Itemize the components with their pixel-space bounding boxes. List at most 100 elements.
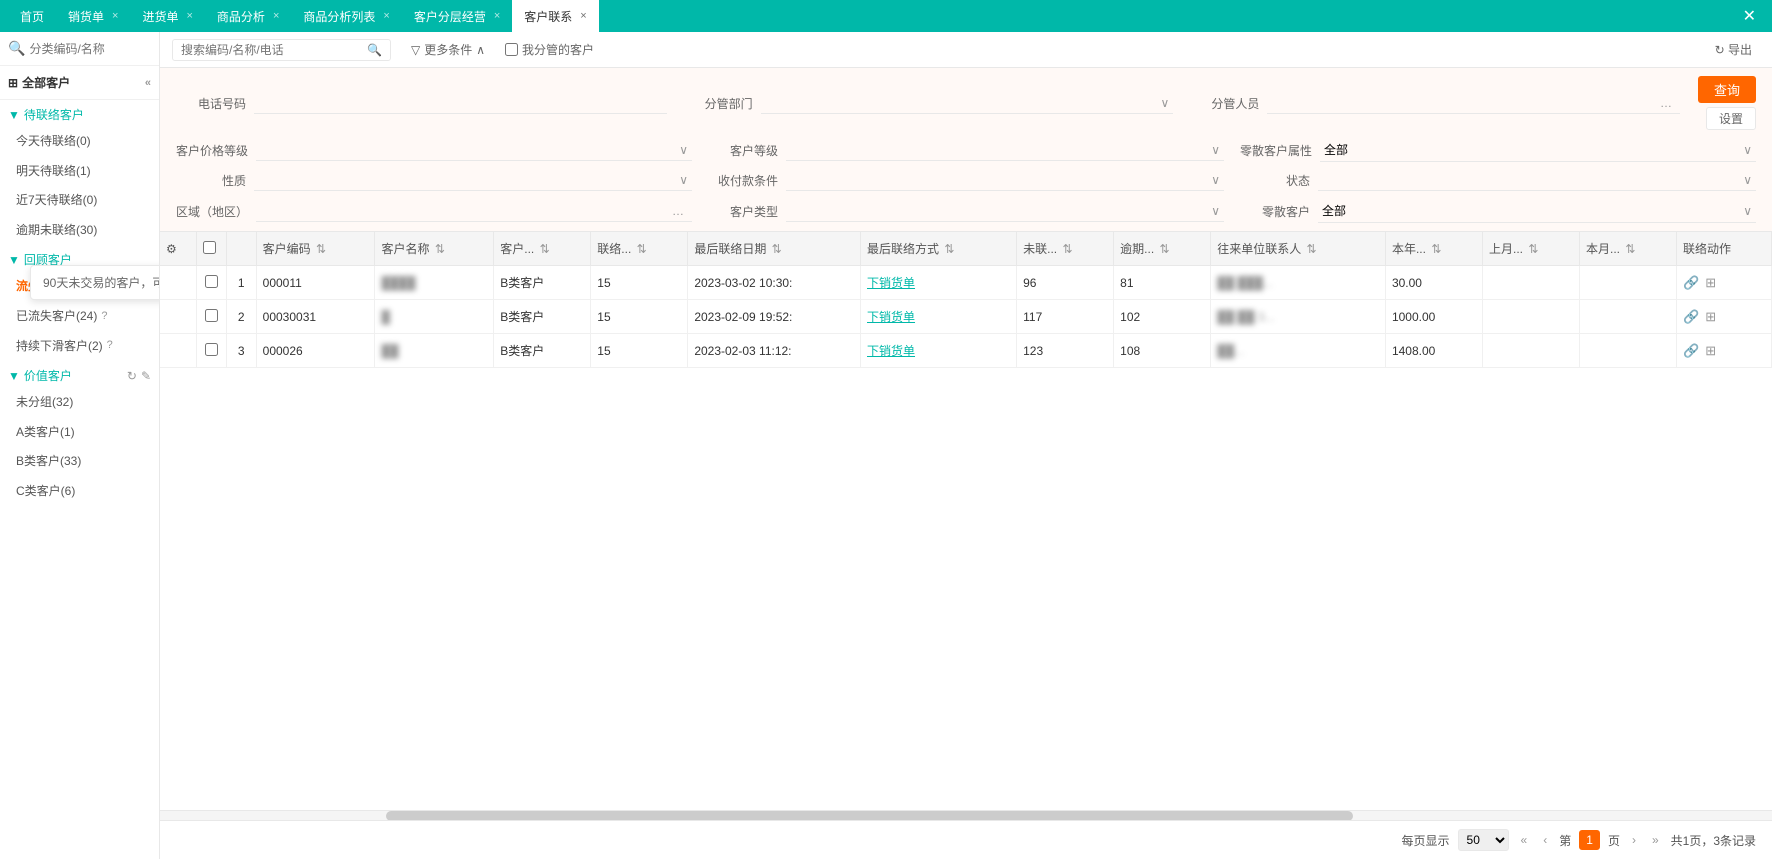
row-last-method[interactable]: 下销货单 — [861, 300, 1017, 334]
col-unit-contacts[interactable]: 往来单位联系人 ⇅ — [1211, 232, 1386, 266]
search-input[interactable] — [181, 43, 361, 57]
export-btn[interactable]: ↻ 导出 — [1707, 38, 1760, 61]
close-analysis-list-tab[interactable]: × — [383, 10, 389, 22]
region-dots[interactable]: … — [668, 204, 688, 218]
region-label: 区域（地区） — [176, 203, 248, 220]
more-conditions-btn[interactable]: ▽ 更多条件 ∧ — [403, 38, 493, 61]
contact-method-link[interactable]: 下销货单 — [867, 310, 915, 324]
contact-method-link[interactable]: 下销货单 — [867, 276, 915, 290]
my-customers-checkbox[interactable]: 我分管的客户 — [505, 41, 594, 58]
sidebar-item-class-c[interactable]: C类客户(6) — [0, 477, 159, 507]
nav-home[interactable]: 首页 — [8, 0, 56, 32]
page-nav-first[interactable]: « — [1517, 831, 1532, 849]
col-this-year[interactable]: 本年... ⇅ — [1385, 232, 1482, 266]
nav-customer-crm[interactable]: 客户联系 × — [512, 0, 598, 32]
sidebar-item-ungroup[interactable]: 未分组(32) — [0, 388, 159, 418]
retail-attr-select[interactable]: 全部 ∨ — [1320, 138, 1756, 162]
region-select[interactable]: … — [256, 201, 692, 222]
price-level-select[interactable]: ∨ — [256, 140, 692, 161]
settings-icon[interactable]: ⚙ — [166, 242, 177, 256]
col-name[interactable]: 客户名称 ⇅ — [375, 232, 494, 266]
phone-input[interactable] — [254, 93, 667, 114]
row-last-method[interactable]: 下销货单 — [861, 266, 1017, 300]
page-nav-next[interactable]: › — [1628, 831, 1640, 849]
sidebar-search-bar: 🔍 — [0, 32, 159, 66]
close-crm-tab[interactable]: × — [580, 10, 586, 22]
customer-type-select[interactable]: ∨ — [786, 201, 1224, 222]
row-checkbox-cell[interactable] — [196, 266, 226, 300]
sidebar-item-tomorrow-contact[interactable]: 明天待联络(1) — [0, 157, 159, 187]
action-grid-icon[interactable]: ⊞ — [1705, 275, 1716, 291]
filter-bar: 🔍 ▽ 更多条件 ∧ 我分管的客户 ↻ 导出 — [160, 32, 1772, 68]
close-purchase-tab[interactable]: × — [186, 10, 192, 22]
sidebar-item-7days-contact[interactable]: 近7天待联络(0) — [0, 186, 159, 216]
sidebar-item-declining[interactable]: 持续下滑客户(2) ? — [0, 332, 159, 362]
search-icon[interactable]: 🔍 — [367, 43, 382, 57]
col-overdue[interactable]: 逾期... ⇅ — [1114, 232, 1211, 266]
help-icon-declining: ? — [107, 336, 113, 356]
window-close-button[interactable]: ✕ — [1735, 6, 1764, 26]
sidebar-item-overdue-contact[interactable]: 逾期未联络(30) — [0, 216, 159, 246]
action-grid-icon[interactable]: ⊞ — [1705, 343, 1716, 359]
action-link-icon[interactable]: 🔗 — [1683, 343, 1699, 359]
sidebar-item-class-a[interactable]: A类客户(1) — [0, 418, 159, 448]
nature-select[interactable]: ∨ — [254, 170, 692, 191]
my-customers-check[interactable] — [505, 43, 518, 56]
dept-select[interactable]: ∨ — [761, 93, 1174, 114]
status-select[interactable]: ∨ — [1318, 170, 1756, 191]
row-checkbox[interactable] — [205, 275, 218, 288]
col-last-method[interactable]: 最后联络方式 ⇅ — [861, 232, 1017, 266]
row-checkbox[interactable] — [205, 309, 218, 322]
refresh-icon-value[interactable]: ↻ — [127, 369, 137, 383]
sidebar-item-today-contact[interactable]: 今天待联络(0) — [0, 127, 159, 157]
col-last-month[interactable]: 上月... ⇅ — [1482, 232, 1579, 266]
action-grid-icon[interactable]: ⊞ — [1705, 309, 1716, 325]
col-contact[interactable]: 联络... ⇅ — [591, 232, 688, 266]
col-this-month[interactable]: 本月... ⇅ — [1580, 232, 1677, 266]
sidebar-item-already-churn[interactable]: 已流失客户(24) ? — [0, 302, 159, 332]
horizontal-scrollbar[interactable] — [160, 810, 1772, 820]
close-sales-tab[interactable]: × — [112, 10, 118, 22]
edit-icon-value[interactable]: ✎ — [141, 369, 151, 383]
nav-customer-segment[interactable]: 客户分层经营 × — [402, 0, 512, 32]
manager-select[interactable]: … — [1267, 93, 1680, 114]
total-records: 共1页，3条记录 — [1671, 832, 1756, 849]
col-last-date[interactable]: 最后联络日期 ⇅ — [688, 232, 861, 266]
close-analysis-tab[interactable]: × — [273, 10, 279, 22]
select-all-checkbox[interactable] — [203, 241, 216, 254]
settings-button[interactable]: 设置 — [1706, 107, 1756, 130]
action-link-icon[interactable]: 🔗 — [1683, 275, 1699, 291]
query-button[interactable]: 查询 — [1698, 76, 1756, 103]
nav-analysis-list[interactable]: 商品分析列表 × — [291, 0, 401, 32]
nav-analysis[interactable]: 商品分析 × — [205, 0, 291, 32]
payment-select[interactable]: ∨ — [786, 170, 1224, 191]
action-link-icon[interactable]: 🔗 — [1683, 309, 1699, 325]
page-nav-prev[interactable]: ‹ — [1539, 831, 1551, 849]
per-page-select[interactable]: 50 20 100 — [1458, 829, 1509, 851]
retail-select[interactable]: 全部 ∨ — [1318, 199, 1756, 223]
row-checkbox-cell[interactable] — [196, 300, 226, 334]
manager-dots[interactable]: … — [1656, 96, 1676, 110]
row-last-date: 2023-02-09 19:52: — [688, 300, 861, 334]
nav-sales[interactable]: 销货单 × — [56, 0, 130, 32]
contact-method-link[interactable]: 下销货单 — [867, 344, 915, 358]
col-code[interactable]: 客户编码 ⇅ — [256, 232, 375, 266]
sidebar-item-class-b[interactable]: B类客户(33) — [0, 447, 159, 477]
row-last-method[interactable]: 下销货单 — [861, 334, 1017, 368]
col-uncontacted[interactable]: 未联... ⇅ — [1017, 232, 1114, 266]
page-nav-last[interactable]: » — [1648, 831, 1663, 849]
nav-purchase[interactable]: 进货单 × — [130, 0, 204, 32]
sidebar-search-input[interactable] — [29, 42, 160, 56]
page-1-btn[interactable]: 1 — [1579, 830, 1600, 850]
row-settings-cell — [160, 300, 196, 334]
row-checkbox-cell[interactable] — [196, 334, 226, 368]
row-checkbox[interactable] — [205, 343, 218, 356]
filter-retail: 零散客户 全部 ∨ — [1240, 199, 1756, 223]
table-row: 2 00030031 █ B类客户 15 2023-02-09 19:52: 下… — [160, 300, 1772, 334]
customer-level-select[interactable]: ∨ — [786, 140, 1224, 161]
filter-customer-level: 客户等级 ∨ — [708, 140, 1224, 161]
col-category[interactable]: 客户... ⇅ — [494, 232, 591, 266]
sidebar-collapse-btn[interactable]: « — [145, 77, 151, 89]
col-settings[interactable]: ⚙ — [160, 232, 196, 266]
close-segment-tab[interactable]: × — [494, 10, 500, 22]
